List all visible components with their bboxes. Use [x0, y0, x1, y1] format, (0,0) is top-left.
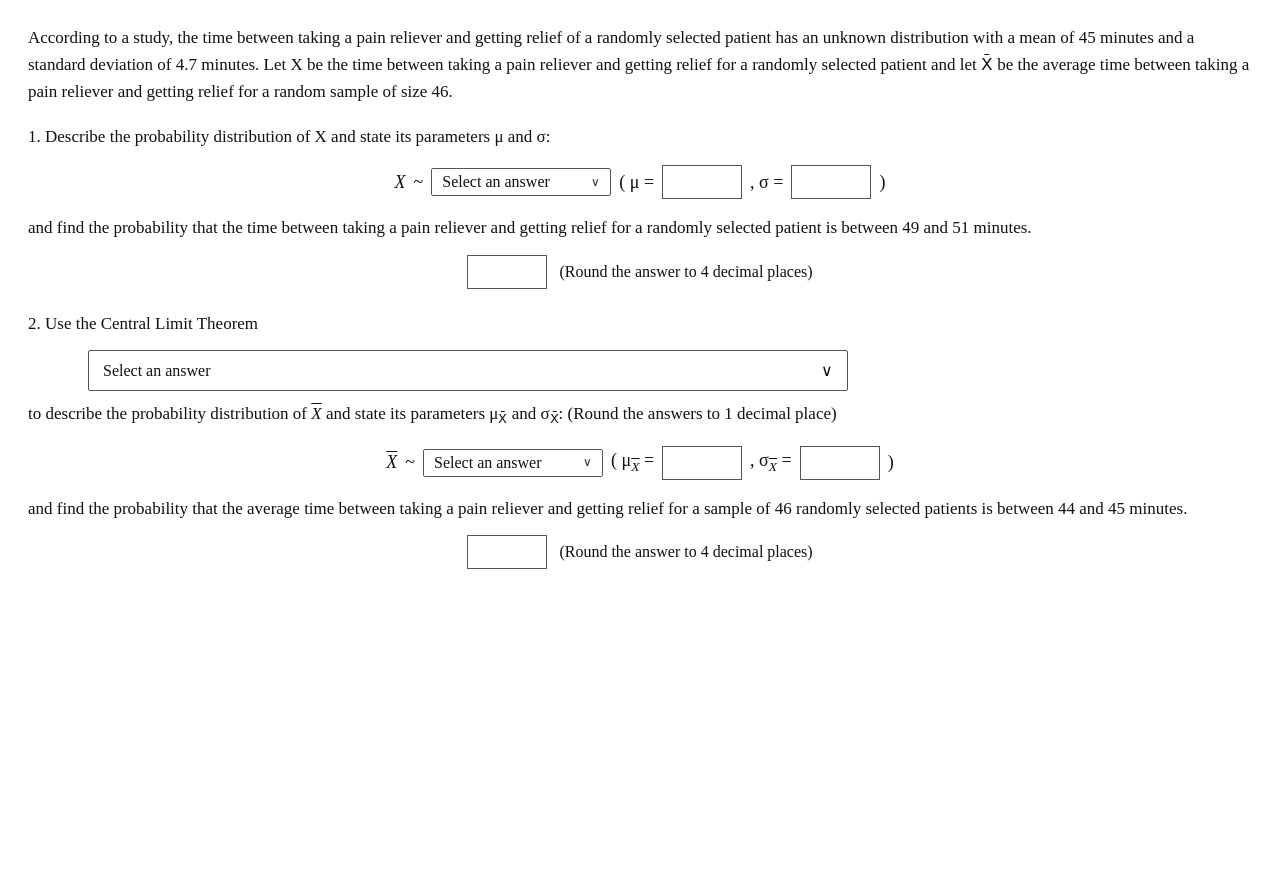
question-1-block: 1. Describe the probability distribution… — [28, 124, 1252, 289]
q1-round-note: (Round the answer to 4 decimal places) — [559, 263, 812, 281]
question-1-formula-row: X ~ Select an answer ∨ ( μ = , σ = ) — [28, 165, 1252, 199]
q2-probability-input[interactable] — [467, 535, 547, 569]
chevron-down-icon-2: ∨ — [821, 361, 833, 380]
q2-probability-answer-row: (Round the answer to 4 decimal places) — [28, 535, 1252, 569]
question-2-block: 2. Use the Central Limit Theorem Select … — [28, 311, 1252, 570]
sigma-label: , σ = — [750, 172, 783, 193]
q2-mu-xbar-input[interactable] — [662, 446, 742, 480]
q2-sigma-xbar-label: , σX = — [750, 450, 792, 475]
q1-sigma-input[interactable] — [791, 165, 871, 199]
q2-distribution-select[interactable]: Select an answer ∨ — [423, 449, 603, 477]
close-paren-2: ) — [888, 452, 894, 473]
question-2-formula-row: X ~ Select an answer ∨ ( μX = , σX = ) — [28, 446, 1252, 480]
mu-label: ( μ = — [619, 172, 654, 193]
tilde-symbol-2: ~ — [405, 452, 415, 473]
chevron-down-icon-3: ∨ — [583, 455, 592, 470]
q1-probability-answer-row: (Round the answer to 4 decimal places) — [28, 255, 1252, 289]
question-1-label: 1. Describe the probability distribution… — [28, 124, 1252, 150]
q2-clt-select[interactable]: Select an answer ∨ — [88, 350, 848, 391]
q1-distribution-select[interactable]: Select an answer ∨ — [431, 168, 611, 196]
x-variable: X — [395, 172, 406, 193]
q2-round-note: (Round the answer to 4 decimal places) — [559, 543, 812, 561]
q2-probability-note: and find the probability that the averag… — [28, 496, 1252, 522]
q1-probability-note: and find the probability that the time b… — [28, 215, 1252, 241]
q2-sigma-xbar-input[interactable] — [800, 446, 880, 480]
close-paren-1: ) — [879, 172, 885, 193]
q1-probability-input[interactable] — [467, 255, 547, 289]
q2-description: to describe the probability distribution… — [28, 401, 1252, 430]
chevron-down-icon: ∨ — [591, 175, 600, 190]
q2-mu-xbar-label: ( μX = — [611, 450, 654, 475]
xbar-variable: X — [386, 452, 397, 473]
question-2-label: 2. Use the Central Limit Theorem — [28, 311, 1252, 337]
tilde-symbol: ~ — [414, 172, 424, 193]
intro-paragraph: According to a study, the time between t… — [28, 24, 1252, 106]
q1-mu-input[interactable] — [662, 165, 742, 199]
